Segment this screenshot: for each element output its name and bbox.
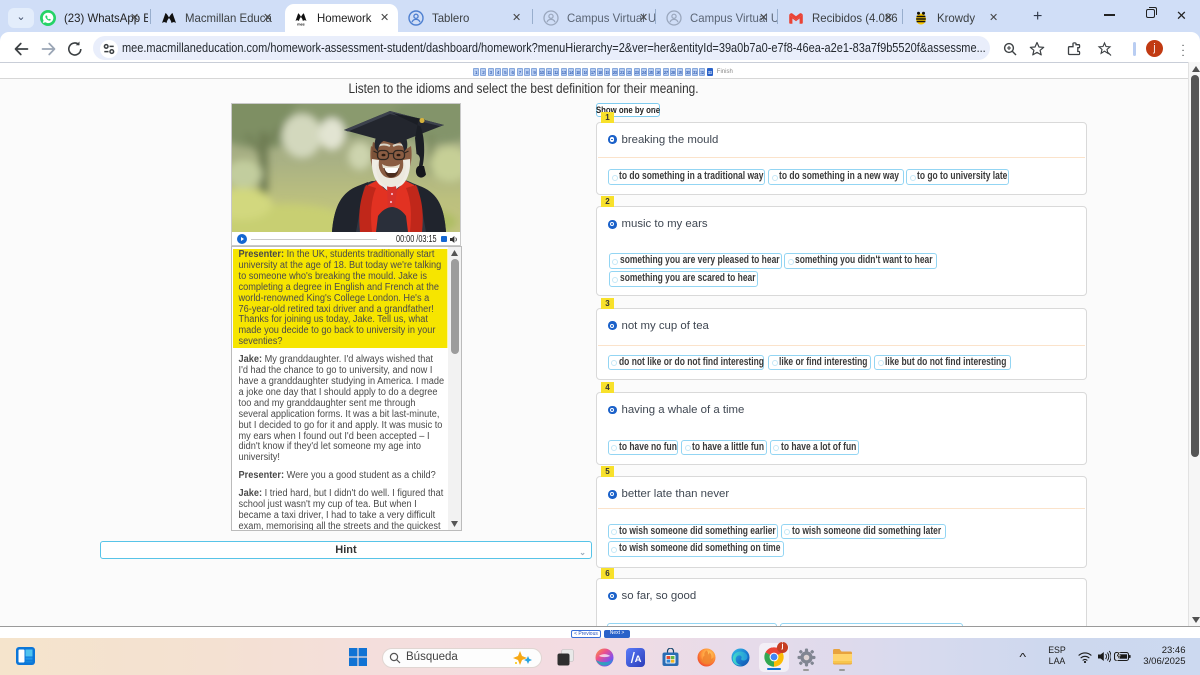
svg-text:A: A (635, 654, 642, 665)
svg-text:mee: mee (297, 23, 305, 27)
